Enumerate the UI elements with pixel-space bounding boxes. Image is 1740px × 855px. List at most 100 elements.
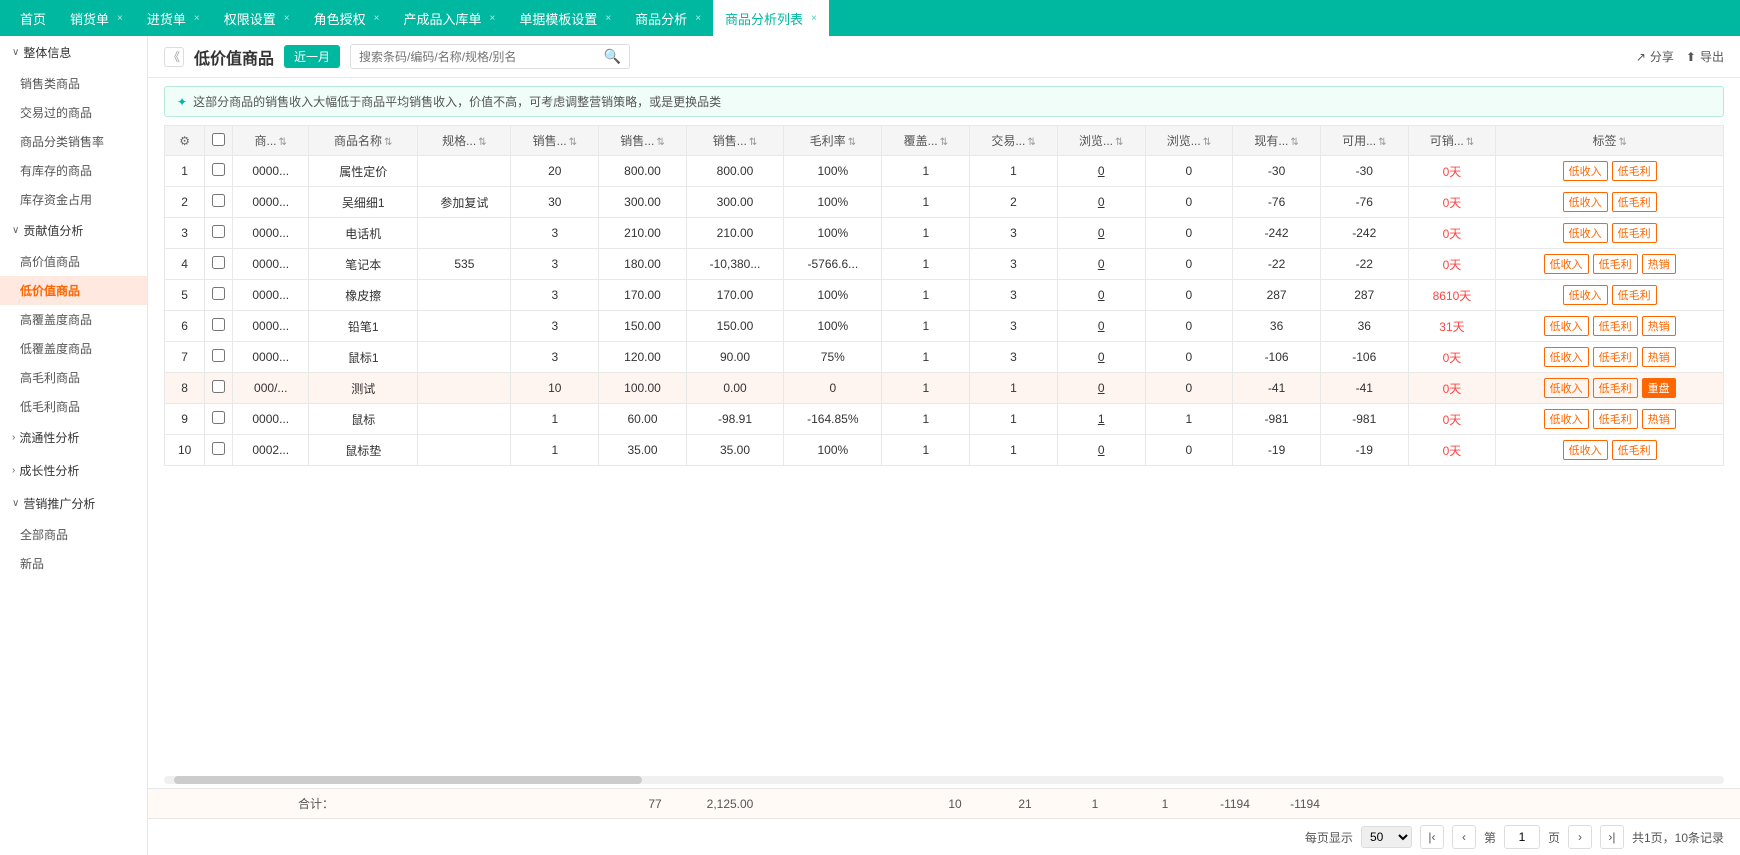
th-code[interactable]: 商...⇅	[233, 126, 309, 156]
row-checkbox[interactable]	[212, 380, 225, 393]
settings-icon[interactable]: ⚙	[179, 134, 190, 148]
nav-purchase-order[interactable]: 进货单 ×	[135, 0, 212, 36]
th-browse2[interactable]: 浏览...⇅	[1145, 126, 1233, 156]
td-checkbox[interactable]	[205, 404, 233, 435]
page-size-select[interactable]: 50 100 200	[1361, 826, 1412, 848]
th-saleable[interactable]: 可销...⇅	[1408, 126, 1496, 156]
page-input[interactable]	[1504, 825, 1540, 849]
browse-link[interactable]: 0	[1098, 350, 1105, 364]
sidebar-item-high-value[interactable]: 高价值商品	[0, 247, 147, 276]
td-checkbox[interactable]	[205, 311, 233, 342]
td-checkbox[interactable]	[205, 218, 233, 249]
close-icon[interactable]: ×	[489, 13, 495, 24]
nav-home[interactable]: 首页	[8, 0, 58, 36]
close-icon[interactable]: ×	[374, 13, 380, 24]
nav-product-analysis[interactable]: 商品分析 ×	[623, 0, 713, 36]
collapse-button[interactable]: 《	[164, 47, 184, 67]
th-sales-qty[interactable]: 销售...⇅	[511, 126, 599, 156]
td-checkbox[interactable]	[205, 342, 233, 373]
nav-product-analysis-list[interactable]: 商品分析列表 ×	[713, 0, 829, 36]
td-browse1[interactable]: 0	[1057, 156, 1145, 187]
close-icon[interactable]: ×	[695, 13, 701, 24]
nav-sales-order[interactable]: 销货单 ×	[58, 0, 135, 36]
sidebar-item-inventory-capital[interactable]: 库存资金占用	[0, 185, 147, 214]
horizontal-scrollbar[interactable]	[164, 776, 1724, 784]
td-browse1[interactable]: 0	[1057, 187, 1145, 218]
sidebar-item-inventory-products[interactable]: 有库存的商品	[0, 156, 147, 185]
th-checkbox[interactable]	[205, 126, 233, 156]
select-all-checkbox[interactable]	[212, 133, 225, 146]
row-checkbox[interactable]	[212, 442, 225, 455]
last-page-button[interactable]: ›|	[1600, 825, 1624, 849]
th-available[interactable]: 可用...⇅	[1320, 126, 1408, 156]
th-tags[interactable]: 标签⇅	[1496, 126, 1724, 156]
td-browse1[interactable]: 0	[1057, 435, 1145, 466]
close-icon[interactable]: ×	[605, 13, 611, 24]
sidebar-item-high-coverage[interactable]: 高覆盖度商品	[0, 305, 147, 334]
browse-link[interactable]: 0	[1098, 288, 1105, 302]
td-browse1[interactable]: 0	[1057, 342, 1145, 373]
td-checkbox[interactable]	[205, 187, 233, 218]
sidebar-item-high-margin[interactable]: 高毛利商品	[0, 363, 147, 392]
sidebar-item-low-value[interactable]: 低价值商品	[0, 276, 147, 305]
sidebar-group-marketing[interactable]: ∨ 营销推广分析	[0, 487, 147, 520]
sidebar-item-low-margin[interactable]: 低毛利商品	[0, 392, 147, 421]
row-checkbox[interactable]	[212, 163, 225, 176]
sidebar-group-liquidity[interactable]: › 流通性分析	[0, 421, 147, 454]
browse-link[interactable]: 0	[1098, 195, 1105, 209]
close-icon[interactable]: ×	[117, 13, 123, 24]
nav-product-entry[interactable]: 产成品入库单 ×	[391, 0, 507, 36]
browse-link[interactable]: 1	[1098, 412, 1105, 426]
export-button[interactable]: ⬆ 导出	[1686, 48, 1724, 65]
nav-permissions[interactable]: 权限设置 ×	[212, 0, 302, 36]
td-browse1[interactable]: 0	[1057, 311, 1145, 342]
row-checkbox[interactable]	[212, 256, 225, 269]
th-sales-profit[interactable]: 销售...⇅	[686, 126, 783, 156]
row-checkbox[interactable]	[212, 411, 225, 424]
td-checkbox[interactable]	[205, 249, 233, 280]
th-margin[interactable]: 毛利率⇅	[784, 126, 882, 156]
browse-link[interactable]: 0	[1098, 226, 1105, 240]
nav-template[interactable]: 单据模板设置 ×	[507, 0, 623, 36]
browse-link[interactable]: 0	[1098, 164, 1105, 178]
browse-link[interactable]: 0	[1098, 319, 1105, 333]
row-checkbox[interactable]	[212, 349, 225, 362]
scrollbar-thumb[interactable]	[174, 776, 642, 784]
sidebar-item-category-sales-rate[interactable]: 商品分类销售率	[0, 127, 147, 156]
next-page-button[interactable]: ›	[1568, 825, 1592, 849]
td-checkbox[interactable]	[205, 156, 233, 187]
th-spec[interactable]: 规格...⇅	[418, 126, 511, 156]
sidebar-group-overall[interactable]: ∨ 整体信息	[0, 36, 147, 69]
row-checkbox[interactable]	[212, 194, 225, 207]
nav-roles[interactable]: 角色授权 ×	[302, 0, 392, 36]
td-browse1[interactable]: 0	[1057, 218, 1145, 249]
share-button[interactable]: ↗ 分享	[1636, 48, 1674, 65]
row-checkbox[interactable]	[212, 287, 225, 300]
td-browse1[interactable]: 1	[1057, 404, 1145, 435]
th-sales-amt[interactable]: 销售...⇅	[599, 126, 687, 156]
sidebar-group-contribution[interactable]: ∨ 贡献值分析	[0, 214, 147, 247]
th-name[interactable]: 商品名称⇅	[309, 126, 418, 156]
close-icon[interactable]: ×	[284, 13, 290, 24]
sidebar-item-traded-products[interactable]: 交易过的商品	[0, 98, 147, 127]
th-current[interactable]: 现有...⇅	[1233, 126, 1321, 156]
th-gear[interactable]: ⚙	[165, 126, 205, 156]
row-checkbox[interactable]	[212, 318, 225, 331]
row-checkbox[interactable]	[212, 225, 225, 238]
search-input[interactable]	[359, 50, 600, 64]
sidebar-group-growth[interactable]: › 成长性分析	[0, 454, 147, 487]
browse-link[interactable]: 0	[1098, 443, 1105, 457]
td-checkbox[interactable]	[205, 280, 233, 311]
sidebar-item-sales-products[interactable]: 销售类商品	[0, 69, 147, 98]
first-page-button[interactable]: |‹	[1420, 825, 1444, 849]
browse-link[interactable]: 0	[1098, 257, 1105, 271]
th-coverage[interactable]: 覆盖...⇅	[882, 126, 970, 156]
time-filter-button[interactable]: 近一月	[284, 45, 340, 68]
sidebar-item-all-products[interactable]: 全部商品	[0, 520, 147, 549]
close-icon[interactable]: ×	[811, 13, 817, 24]
td-browse1[interactable]: 0	[1057, 373, 1145, 404]
th-trade[interactable]: 交易...⇅	[970, 126, 1058, 156]
browse-link[interactable]: 0	[1098, 381, 1105, 395]
td-checkbox[interactable]	[205, 435, 233, 466]
close-icon[interactable]: ×	[194, 13, 200, 24]
